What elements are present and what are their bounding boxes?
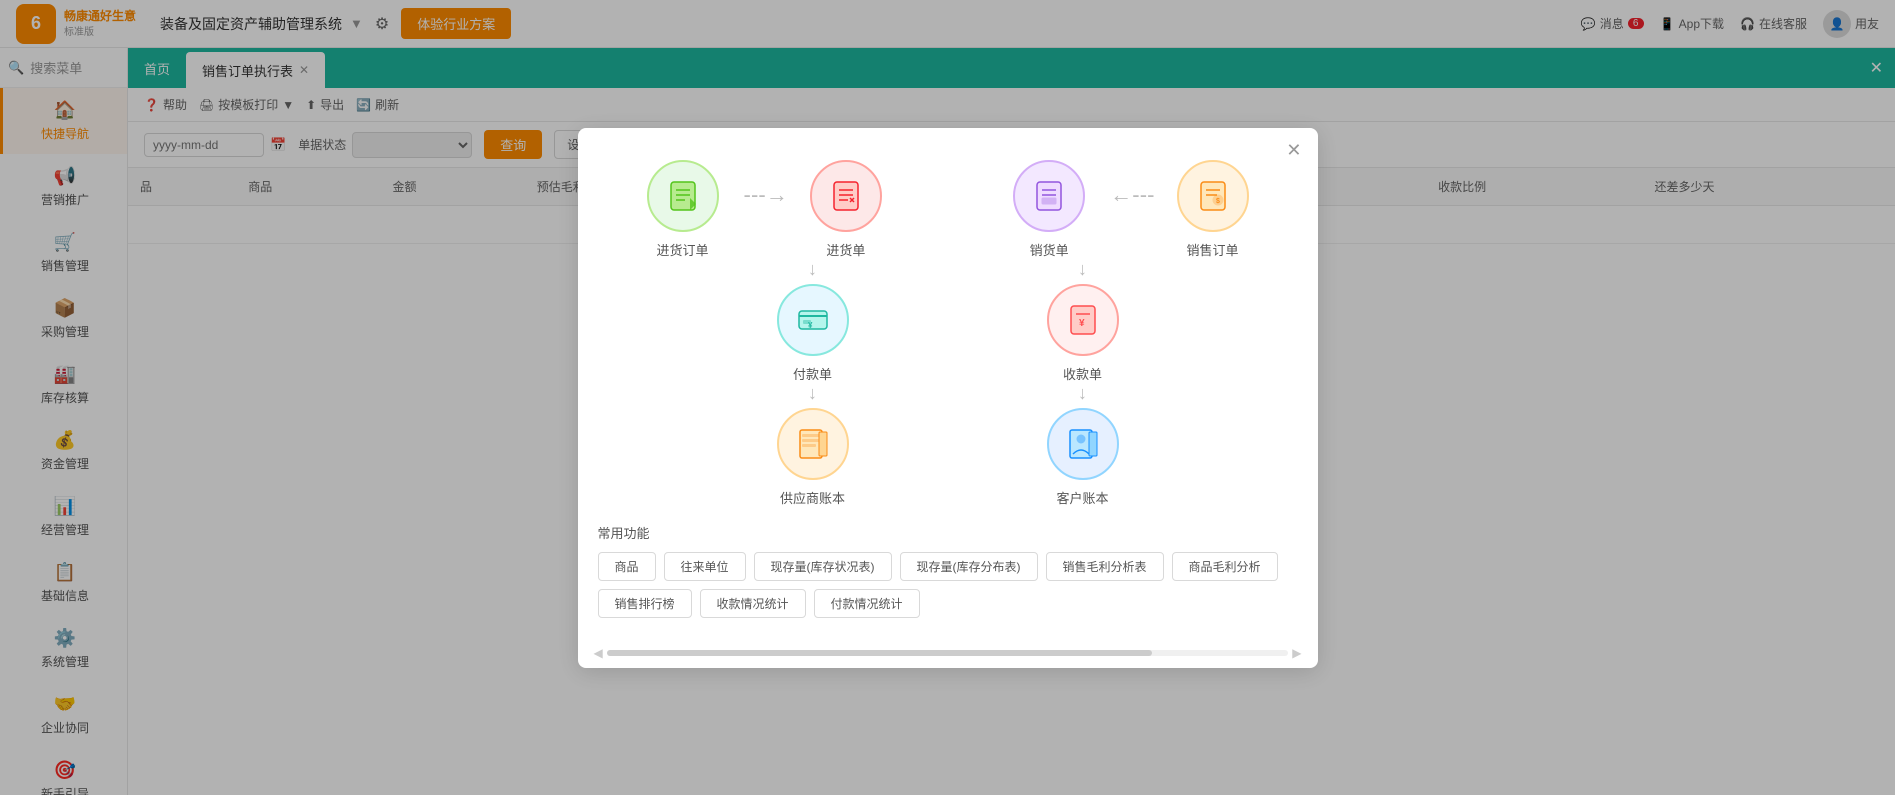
purchase-bill-circle bbox=[810, 160, 882, 232]
common-btn[interactable]: 现存量(库存状况表) bbox=[754, 552, 892, 581]
sales-order-circle: $ bbox=[1177, 160, 1249, 232]
flow-item-purchase-bill[interactable]: 进货单 bbox=[781, 160, 911, 259]
common-functions-title: 常用功能 bbox=[598, 523, 1298, 542]
purchase-order-label: 进货订单 bbox=[656, 240, 708, 259]
purchase-order-circle bbox=[647, 160, 719, 232]
customer-ledger-circle bbox=[1047, 408, 1119, 480]
payment-bill-circle: ¥ bbox=[777, 284, 849, 356]
modal-overlay[interactable]: ✕ bbox=[0, 0, 1895, 795]
common-btn[interactable]: 销售毛利分析表 bbox=[1046, 552, 1164, 581]
flow-item-payment-bill[interactable]: ¥ 付款单 bbox=[748, 284, 878, 383]
app-container: 6 畅康通好生意 标准版 装备及固定资产辅助管理系统 ▼ ⚙ 体验行业方案 💬 … bbox=[0, 0, 1895, 795]
common-btn[interactable]: 商品毛利分析 bbox=[1172, 552, 1278, 581]
common-btns-row2: 销售排行榜收款情况统计付款情况统计 bbox=[598, 589, 1298, 618]
purchase-bill-label: 进货单 bbox=[826, 240, 865, 259]
svg-text:¥: ¥ bbox=[808, 321, 813, 330]
sales-bill-label: 销货单 bbox=[1030, 240, 1069, 259]
common-btns-row1: 商品往来单位现存量(库存状况表) 现存量(库存分布表) 销售毛利分析表商品毛利分析 bbox=[598, 552, 1298, 581]
scroll-track bbox=[607, 650, 1289, 656]
common-btn[interactable]: 销售排行榜 bbox=[598, 589, 692, 618]
scroll-left-arrow[interactable]: ◀ bbox=[594, 646, 603, 660]
sales-order-label: 销售订单 bbox=[1186, 240, 1238, 259]
svg-text:$: $ bbox=[1216, 198, 1220, 205]
common-btn[interactable]: 商品 bbox=[598, 552, 656, 581]
svg-text:¥: ¥ bbox=[1079, 318, 1085, 329]
flow-modal: ✕ bbox=[578, 128, 1318, 668]
receipt-bill-label: 收款单 bbox=[1063, 364, 1102, 383]
flow-area: 进货订单 - - - → bbox=[578, 128, 1318, 523]
flow-item-customer-ledger[interactable]: 客户账本 bbox=[1018, 408, 1148, 507]
modal-scrollbar: ◀ ▶ bbox=[578, 642, 1318, 668]
sales-bill-circle bbox=[1013, 160, 1085, 232]
scroll-thumb[interactable] bbox=[607, 650, 1152, 656]
flow-item-receipt-bill[interactable]: ¥ 收款单 bbox=[1018, 284, 1148, 383]
scroll-right-arrow[interactable]: ▶ bbox=[1292, 646, 1301, 660]
common-btn[interactable]: 付款情况统计 bbox=[814, 589, 920, 618]
payment-bill-label: 付款单 bbox=[793, 364, 832, 383]
supplier-ledger-circle bbox=[777, 408, 849, 480]
common-btn[interactable]: 现存量(库存分布表) bbox=[900, 552, 1038, 581]
flow-item-sales-bill[interactable]: 销货单 bbox=[984, 160, 1114, 259]
receipt-bill-circle: ¥ bbox=[1047, 284, 1119, 356]
supplier-ledger-label: 供应商账本 bbox=[780, 488, 845, 507]
common-btn[interactable]: 往来单位 bbox=[664, 552, 746, 581]
common-btn[interactable]: 收款情况统计 bbox=[700, 589, 806, 618]
flow-item-purchase-order[interactable]: 进货订单 bbox=[618, 160, 748, 259]
common-functions: 常用功能 商品往来单位现存量(库存状况表) 现存量(库存分布表) 销售毛利分析表商品… bbox=[578, 523, 1318, 642]
customer-ledger-label: 客户账本 bbox=[1056, 488, 1108, 507]
flow-item-supplier-ledger[interactable]: 供应商账本 bbox=[748, 408, 878, 507]
modal-close-button[interactable]: ✕ bbox=[1286, 140, 1301, 161]
flow-item-sales-order[interactable]: $ 销售订单 bbox=[1148, 160, 1278, 259]
